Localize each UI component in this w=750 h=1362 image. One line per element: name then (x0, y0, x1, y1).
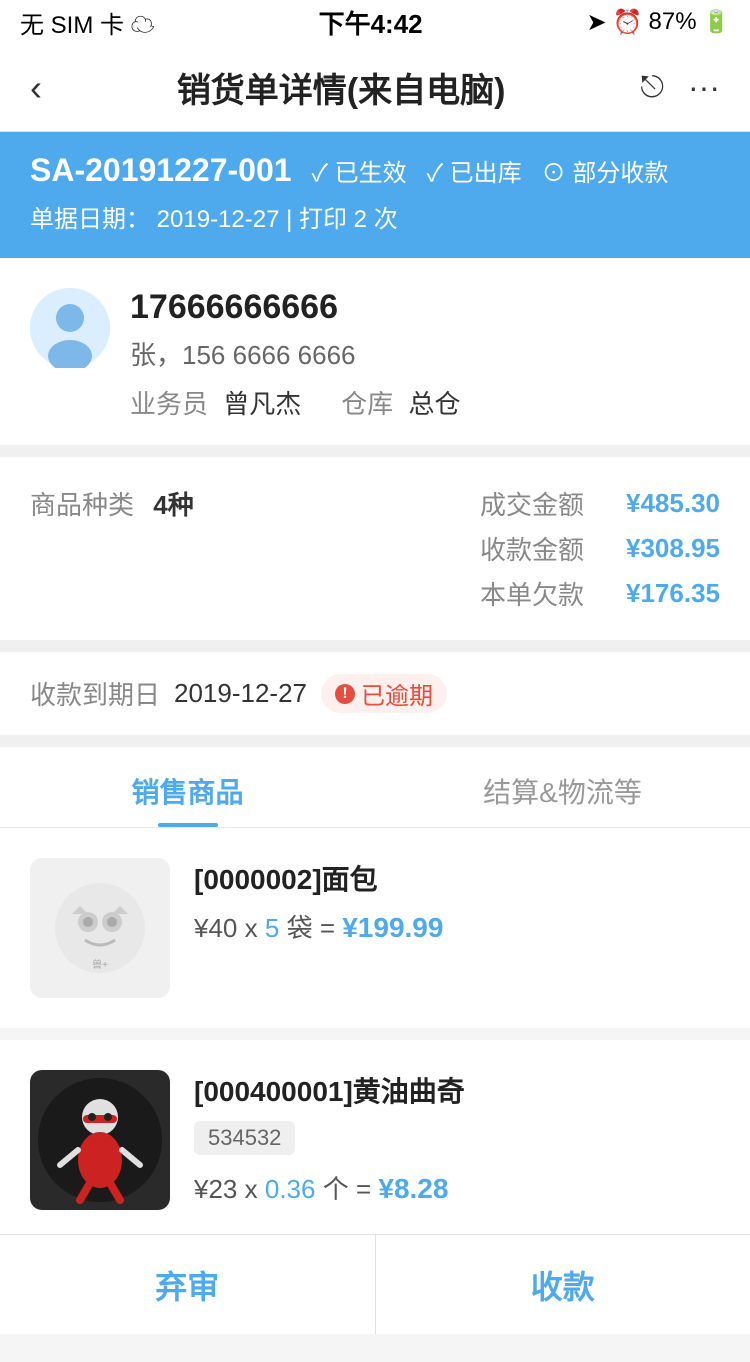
product-name-cookie: [000400001]黄油曲奇 (194, 1070, 720, 1110)
product-image-cookie (30, 1070, 170, 1210)
status-left: 无 SIM 卡 ☁ (20, 5, 155, 40)
sales-value: 曾凡杰 (223, 389, 301, 419)
overdue-dot-icon: ! (335, 684, 355, 704)
customer-name: 17666666666 (130, 288, 720, 327)
due-section: 收款到期日 2019-12-27 ! 已逾期 (0, 652, 750, 747)
tabs-section: 销售商品 结算&物流等 (0, 747, 750, 828)
order-header: SA-20191227-001 ✓ 已生效 ✓ 已出库 ⊙ 部分收款 单据日期：… (0, 132, 750, 258)
cookie-svg (35, 1075, 165, 1205)
product-tag-cookie: 534532 (194, 1121, 295, 1155)
back-button[interactable]: ‹ (30, 67, 42, 109)
status-bar: 无 SIM 卡 ☁ 下午4:42 ➤ ⏰ 87% 🔋 (0, 0, 750, 44)
overdue-badge: ! 已逾期 (321, 674, 447, 713)
product-info-bread: [0000002]面包 ¥40 x 5 袋 = ¥199.99 (194, 858, 720, 945)
product-list: 兽+ [0000002]面包 ¥40 x 5 袋 = ¥199.99 (0, 828, 750, 1240)
product-card-bread: 兽+ [0000002]面包 ¥40 x 5 袋 = ¥199.99 (0, 828, 750, 1028)
battery-icon: 🔋 (703, 9, 730, 35)
stats-right: 成交金额 ¥485.30 收款金额 ¥308.95 本单欠款 ¥176.35 (480, 485, 720, 612)
alarm-icon: ⏰ (613, 8, 643, 37)
owed-row: 本单欠款 ¥176.35 (480, 575, 720, 612)
sim-status: 无 SIM 卡 ☁ (20, 5, 155, 40)
page-title: 销货单详情(来自电脑) (177, 63, 506, 112)
order-id-row: SA-20191227-001 ✓ 已生效 ✓ 已出库 ⊙ 部分收款 (30, 152, 720, 189)
warehouse-label: 仓库 (341, 389, 393, 419)
order-id: SA-20191227-001 (30, 152, 292, 189)
battery-status: 87% (649, 8, 697, 36)
tab-settlement[interactable]: 结算&物流等 (375, 747, 750, 827)
overdue-text: 已逾期 (361, 676, 433, 711)
customer-avatar (30, 288, 110, 368)
reject-button[interactable]: 弃审 (0, 1235, 376, 1334)
nav-actions: ⎋ ··· (640, 69, 720, 106)
status-time: 下午4:42 (319, 4, 423, 41)
location-icon: ➤ (587, 8, 607, 37)
customer-meta: 业务员 曾凡杰 仓库 总仓 (130, 384, 720, 421)
warehouse-value: 总仓 (409, 389, 461, 419)
customer-section: 17666666666 张，156 6666 6666 业务员 曾凡杰 仓库 总… (0, 258, 750, 457)
order-date: 单据日期： 2019-12-27 | 打印 2 次 (30, 199, 720, 234)
product-price-cookie: ¥23 x 0.36 个 = ¥8.28 (194, 1169, 720, 1206)
product-image-bread: 兽+ (30, 858, 170, 998)
tab-products[interactable]: 销售商品 (0, 747, 375, 827)
badge-shipped: ✓ 已出库 (427, 153, 522, 188)
customer-info: 17666666666 张，156 6666 6666 业务员 曾凡杰 仓库 总… (130, 288, 720, 421)
product-card-cookie: [000400001]黄油曲奇 534532 ¥23 x 0.36 个 = ¥8… (0, 1040, 750, 1240)
svg-text:兽+: 兽+ (92, 958, 108, 971)
bread-svg: 兽+ (50, 878, 150, 978)
product-types: 商品种类 4种 (30, 485, 194, 522)
bottom-bar: 弃审 收款 (0, 1234, 750, 1334)
stats-section: 商品种类 4种 成交金额 ¥485.30 收款金额 ¥308.95 本单欠款 ¥… (0, 457, 750, 652)
share-button[interactable]: ⎋ (640, 71, 664, 105)
badge-effective: ✓ 已生效 (312, 153, 407, 188)
product-price-bread: ¥40 x 5 袋 = ¥199.99 (194, 908, 720, 945)
product-info-cookie: [000400001]黄油曲奇 534532 ¥23 x 0.36 个 = ¥8… (194, 1070, 720, 1206)
due-label: 收款到期日 (30, 675, 160, 712)
due-date: 2019-12-27 (174, 678, 307, 709)
amount-row: 成交金额 ¥485.30 (480, 485, 720, 522)
stats-left: 商品种类 4种 (30, 485, 194, 612)
collected-row: 收款金额 ¥308.95 (480, 530, 720, 567)
collect-button[interactable]: 收款 (376, 1235, 750, 1334)
nav-bar: ‹ 销货单详情(来自电脑) ⎋ ··· (0, 44, 750, 132)
customer-phone: 张，156 6666 6666 (130, 335, 720, 372)
status-right: ➤ ⏰ 87% 🔋 (587, 8, 730, 37)
badge-partial: ⊙ 部分收款 (542, 153, 669, 188)
avatar-svg (30, 288, 110, 368)
sales-label: 业务员 (130, 389, 208, 419)
more-button[interactable]: ··· (688, 69, 720, 106)
product-name-bread: [0000002]面包 (194, 858, 720, 898)
